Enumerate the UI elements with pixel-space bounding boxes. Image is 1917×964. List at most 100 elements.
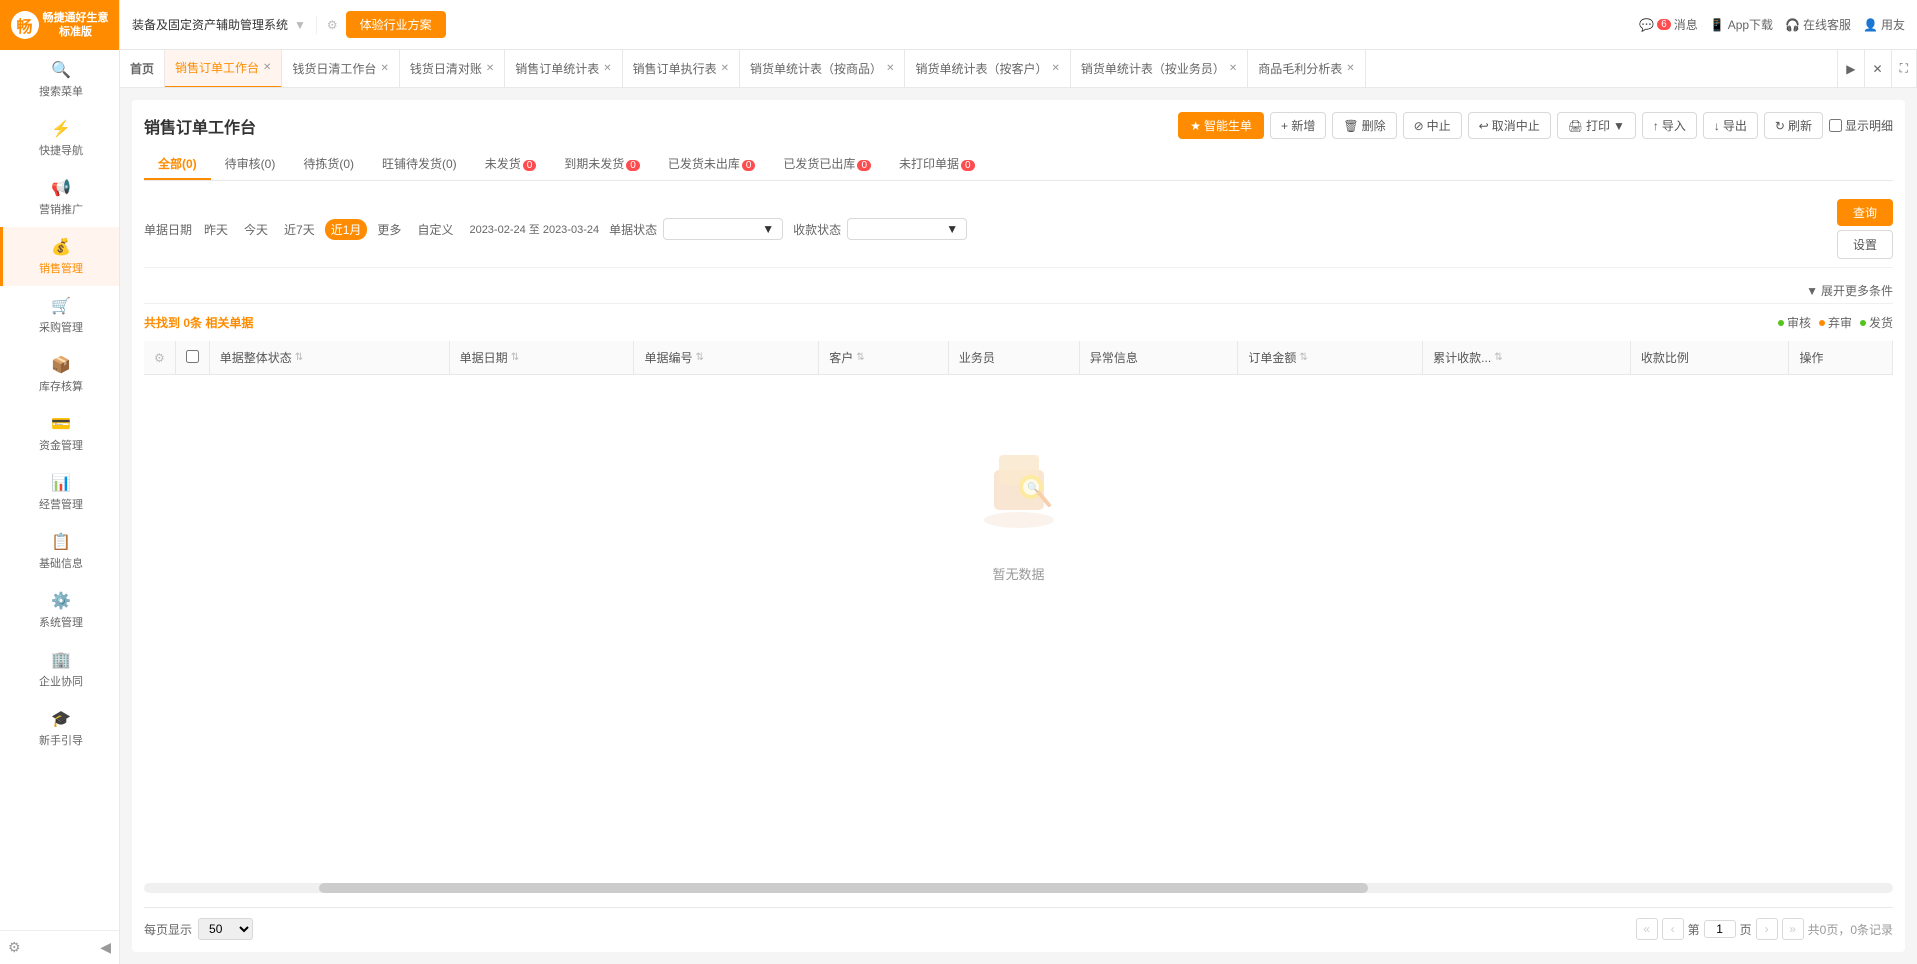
expand-conditions-btn[interactable]: ▼ 展开更多条件 xyxy=(1806,282,1893,299)
system-dropdown-icon[interactable]: ▼ xyxy=(294,18,306,32)
sidebar-item-base-info[interactable]: 📋 基础信息 xyxy=(0,522,119,581)
industry-btn[interactable]: 体验行业方案 xyxy=(346,11,446,38)
revoke-btn[interactable]: 弃审 xyxy=(1819,314,1852,331)
date-filter: 单据日期 昨天 今天 近7天 近1月 更多 自定义 xyxy=(144,219,459,240)
date-yesterday[interactable]: 昨天 xyxy=(198,219,234,240)
th-number-sort[interactable]: 单据编号 ⇅ xyxy=(644,349,808,366)
date-more[interactable]: 更多 xyxy=(371,219,407,240)
tab-sales-stat-prod-close[interactable]: ✕ xyxy=(886,63,894,74)
horizontal-scrollbar[interactable] xyxy=(144,883,1893,893)
filter-tab-shipped-out[interactable]: 已发货已出库0 xyxy=(769,149,885,180)
tab-sales-stat-cust[interactable]: 销货单统计表（按客户） ✕ xyxy=(905,50,1070,88)
tab-cash-check[interactable]: 钱货日清对账 ✕ xyxy=(400,50,505,88)
sidebar-item-sales[interactable]: 💰 销售管理 xyxy=(0,227,119,286)
not-printed-badge: 0 xyxy=(961,160,975,171)
add-btn[interactable]: + 新增 xyxy=(1270,112,1326,139)
tab-more-btn[interactable]: ▶ xyxy=(1838,50,1864,88)
tab-sales-stat-prod[interactable]: 销货单统计表（按商品） ✕ xyxy=(740,50,905,88)
settings-header-icon[interactable]: ⚙ xyxy=(327,18,338,32)
date-range-text: 2023-02-24 至 2023-03-24 xyxy=(469,221,599,237)
filter-tab-not-shipped[interactable]: 未发货0 xyxy=(471,149,551,180)
tab-sales-stat[interactable]: 销售订单统计表 ✕ xyxy=(505,50,622,88)
show-detail-check[interactable] xyxy=(1829,119,1842,132)
tab-product-margin-close[interactable]: ✕ xyxy=(1346,63,1354,74)
page-prev-btn[interactable]: ‹ xyxy=(1662,918,1684,940)
filter-tab-pending-pick[interactable]: 待拣货(0) xyxy=(289,149,368,180)
setting-btn[interactable]: 设置 xyxy=(1837,230,1893,259)
sidebar-item-operations[interactable]: 📊 经营管理 xyxy=(0,463,119,522)
th-customer-sort[interactable]: 客户 ⇅ xyxy=(829,349,938,366)
th-collected-sort[interactable]: 累计收款... ⇅ xyxy=(1433,349,1620,366)
tab-product-margin[interactable]: 商品毛利分析表 ✕ xyxy=(1248,50,1365,88)
tab-sales-stat-staff[interactable]: 销货单统计表（按业务员） ✕ xyxy=(1071,50,1248,88)
th-ratio: 收款比例 xyxy=(1630,341,1789,375)
tab-sales-stat-cust-close[interactable]: ✕ xyxy=(1051,63,1059,74)
sidebar-item-enterprise[interactable]: 🏢 企业协同 xyxy=(0,640,119,699)
filter-tab-all[interactable]: 全部(0) xyxy=(144,149,211,180)
sidebar-item-quick[interactable]: ⚡ 快捷导航 xyxy=(0,109,119,168)
query-btn[interactable]: 查询 xyxy=(1837,199,1893,226)
tab-sales-stat-close[interactable]: ✕ xyxy=(603,63,611,74)
settings-bottom-icon[interactable]: ⚙ xyxy=(8,939,21,956)
sidebar-item-search[interactable]: 🔍 搜索菜单 xyxy=(0,50,119,109)
sidebar-item-inventory[interactable]: 📦 库存核算 xyxy=(0,345,119,404)
import-btn[interactable]: ↑ 导入 xyxy=(1642,112,1697,139)
tab-sales-order-close[interactable]: ✕ xyxy=(263,62,271,73)
refresh-icon: ↻ xyxy=(1775,119,1785,133)
user-action[interactable]: 👤 用友 xyxy=(1863,16,1905,33)
tab-sales-exec-close[interactable]: ✕ xyxy=(721,63,729,74)
filter-tab-wangpu[interactable]: 旺铺待发货(0) xyxy=(368,149,471,180)
tab-cash-check-close[interactable]: ✕ xyxy=(486,63,494,74)
refresh-btn[interactable]: ↻ 刷新 xyxy=(1764,112,1823,139)
sidebar-item-marketing[interactable]: 📢 营销推广 xyxy=(0,168,119,227)
page-next-btn[interactable]: › xyxy=(1756,918,1778,940)
sidebar-item-guide[interactable]: 🎓 新手引导 xyxy=(0,699,119,758)
date-custom[interactable]: 自定义 xyxy=(411,219,459,240)
tab-sales-order[interactable]: 销售订单工作台 ✕ xyxy=(165,50,282,88)
tab-sales-stat-staff-close[interactable]: ✕ xyxy=(1229,63,1237,74)
page-size-select[interactable]: 50 10 20 100 xyxy=(198,918,253,940)
delete-btn[interactable]: 🗑 删除 xyxy=(1332,112,1396,139)
page-last-btn[interactable]: » xyxy=(1782,918,1804,940)
sidebar-item-finance[interactable]: 💳 资金管理 xyxy=(0,404,119,463)
filter-tab-not-printed[interactable]: 未打印单据0 xyxy=(885,149,989,180)
audit-btn[interactable]: 审核 xyxy=(1778,314,1811,331)
date-sort-icon: ⇅ xyxy=(511,352,519,363)
sidebar-item-system[interactable]: ⚙️ 系统管理 xyxy=(0,581,119,640)
column-settings-icon[interactable]: ⚙ xyxy=(154,351,165,365)
page-first-btn[interactable]: « xyxy=(1636,918,1658,940)
date-7days[interactable]: 近7天 xyxy=(278,219,321,240)
page-input[interactable] xyxy=(1704,920,1736,938)
status-select[interactable]: ▼ xyxy=(663,218,783,240)
stop-btn[interactable]: ⊘ 中止 xyxy=(1403,112,1462,139)
tab-home[interactable]: 首页 xyxy=(120,50,165,88)
filter-tab-pending-review[interactable]: 待审核(0) xyxy=(211,149,290,180)
th-status-sort[interactable]: 单据整体状态 ⇅ xyxy=(220,349,439,366)
ship-action-btn[interactable]: 发货 xyxy=(1860,314,1893,331)
online-service-action[interactable]: 🎧 在线客服 xyxy=(1785,16,1851,33)
sidebar-item-label: 库存核算 xyxy=(39,378,83,394)
date-today[interactable]: 今天 xyxy=(238,219,274,240)
show-detail-checkbox[interactable]: 显示明细 xyxy=(1829,117,1893,134)
date-options: 昨天 今天 近7天 近1月 更多 自定义 xyxy=(198,219,459,240)
tab-expand-btn[interactable]: ⛶ xyxy=(1892,50,1917,88)
cancel-stop-btn[interactable]: ↩ 取消中止 xyxy=(1468,112,1551,139)
export-btn[interactable]: ↓ 导出 xyxy=(1703,112,1758,139)
th-date-sort[interactable]: 单据日期 ⇅ xyxy=(460,349,624,366)
message-action[interactable]: 💬 6 消息 xyxy=(1639,16,1698,33)
tab-sales-exec[interactable]: 销售订单执行表 ✕ xyxy=(623,50,740,88)
tab-cash-daily[interactable]: 钱货日清工作台 ✕ xyxy=(282,50,399,88)
payment-select[interactable]: ▼ xyxy=(847,218,967,240)
filter-tab-overdue[interactable]: 到期未发货0 xyxy=(550,149,654,180)
date-1month[interactable]: 近1月 xyxy=(325,219,368,240)
tab-cash-daily-close[interactable]: ✕ xyxy=(380,63,388,74)
tab-close-all-btn[interactable]: ✕ xyxy=(1865,50,1892,88)
select-all-checkbox[interactable] xyxy=(186,350,199,363)
app-download-action[interactable]: 📱 App下载 xyxy=(1710,16,1773,33)
sidebar-item-purchase[interactable]: 🛒 采购管理 xyxy=(0,286,119,345)
filter-tab-shipped-not-out[interactable]: 已发货未出库0 xyxy=(654,149,770,180)
print-btn[interactable]: 🖨 打印 ▼ xyxy=(1557,112,1636,139)
th-amount-sort[interactable]: 订单金额 ⇅ xyxy=(1248,349,1412,366)
smart-generate-btn[interactable]: ★ 智能生单 xyxy=(1178,112,1264,139)
collapse-icon[interactable]: ◀ xyxy=(100,939,111,956)
